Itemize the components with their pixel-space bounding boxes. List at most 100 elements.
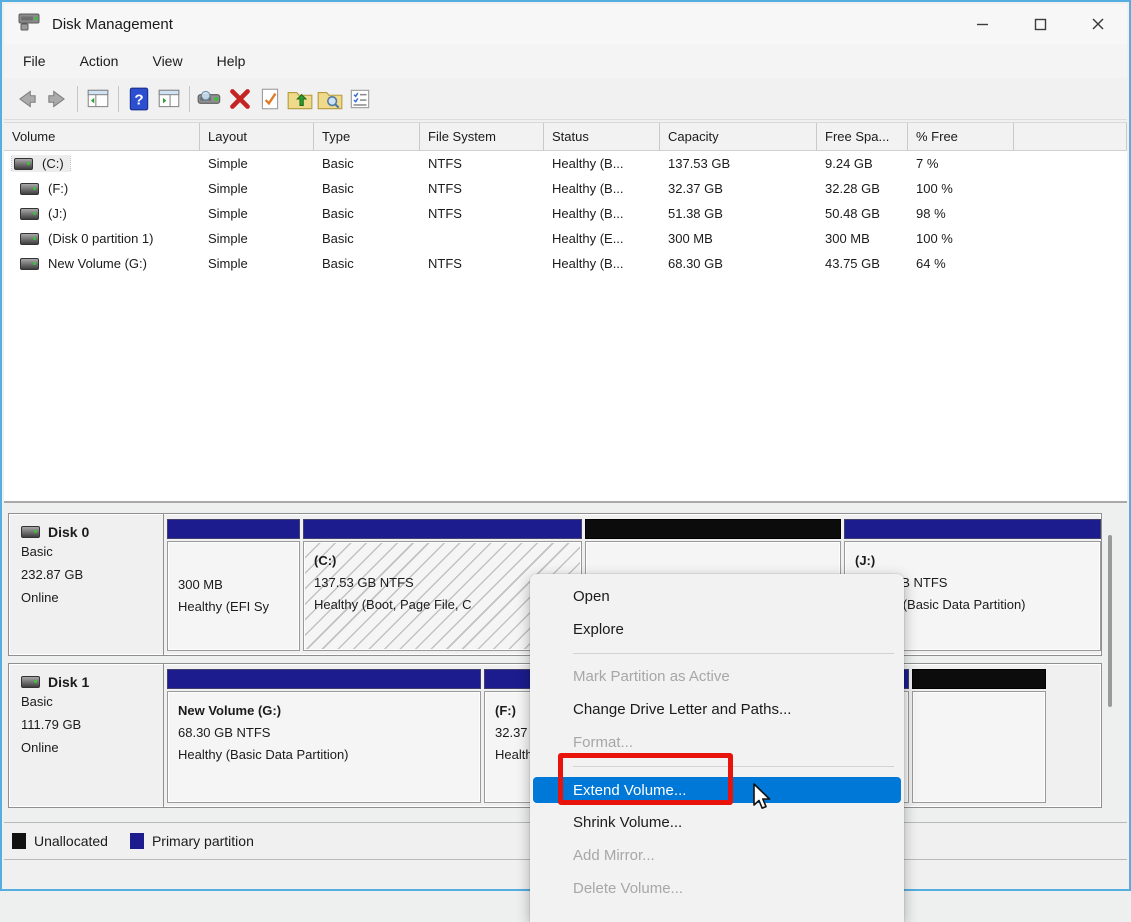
- menu-view[interactable]: View: [148, 50, 186, 72]
- table-row[interactable]: (F:) Simple Basic NTFS Healthy (B... 32.…: [4, 176, 1127, 201]
- disk-kind: Basic: [21, 540, 163, 563]
- delete-volume-icon[interactable]: [225, 84, 255, 114]
- toolbar-separator: [77, 86, 78, 112]
- menu-file[interactable]: File: [19, 50, 50, 72]
- volume-icon: [20, 183, 39, 195]
- menu-item-explore[interactable]: Explore: [530, 613, 904, 646]
- show-action-pane-icon[interactable]: [154, 84, 184, 114]
- cell-type: Basic: [314, 181, 420, 196]
- cell-freespace: 50.48 GB: [817, 206, 908, 221]
- menu-item-open[interactable]: Open: [530, 580, 904, 613]
- extend-volume-icon[interactable]: [285, 84, 315, 114]
- cell-pctfree: 100 %: [908, 231, 1014, 246]
- forward-icon[interactable]: [42, 84, 72, 114]
- partition-band: [912, 669, 1046, 689]
- cell-layout: Simple: [200, 231, 314, 246]
- cell-filesystem: NTFS: [420, 156, 544, 171]
- legend-primary-label: Primary partition: [152, 833, 254, 849]
- toolbar: ?: [4, 78, 1127, 120]
- column-header-filesystem[interactable]: File System: [420, 123, 544, 150]
- partition-size: 300 MB: [178, 574, 299, 596]
- volume-icon: [20, 208, 39, 220]
- volume-icon: [20, 233, 39, 245]
- disk0-header[interactable]: Disk 0 Basic 232.87 GB Online: [9, 514, 164, 655]
- partition-unallocated-disk1[interactable]: [912, 669, 1046, 803]
- partition-band: [844, 519, 1101, 539]
- explore-icon[interactable]: [315, 84, 345, 114]
- partition-band: [167, 519, 300, 539]
- cell-freespace: 43.75 GB: [817, 256, 908, 271]
- menu-item-shrink-volume[interactable]: Shrink Volume...: [530, 806, 904, 839]
- svg-text:?: ?: [134, 91, 143, 108]
- cell-freespace: 300 MB: [817, 231, 908, 246]
- mouse-cursor: [751, 783, 775, 816]
- table-row[interactable]: (J:) Simple Basic NTFS Healthy (B... 51.…: [4, 201, 1127, 226]
- cell-layout: Simple: [200, 181, 314, 196]
- cell-pctfree: 7 %: [908, 156, 1014, 171]
- column-header-volume[interactable]: Volume: [4, 123, 200, 150]
- volume-name: (J:): [48, 206, 67, 221]
- cell-type: Basic: [314, 206, 420, 221]
- partition-size: 68.30 GB NTFS: [178, 722, 480, 744]
- toolbar-separator: [189, 86, 190, 112]
- menu-item-mark-partition-active: Mark Partition as Active: [530, 660, 904, 693]
- red-annotation-box: [558, 753, 733, 805]
- cell-freespace: 32.28 GB: [817, 181, 908, 196]
- partition-status: Healthy (EFI Sy: [178, 596, 299, 618]
- cell-layout: Simple: [200, 206, 314, 221]
- menu-action[interactable]: Action: [76, 50, 123, 72]
- cell-pctfree: 100 %: [908, 181, 1014, 196]
- volume-name: New Volume (G:): [48, 256, 147, 271]
- menu-item-change-drive-letter[interactable]: Change Drive Letter and Paths...: [530, 693, 904, 726]
- cell-filesystem: NTFS: [420, 206, 544, 221]
- column-header-status[interactable]: Status: [544, 123, 660, 150]
- maximize-button[interactable]: [1011, 4, 1069, 44]
- column-header-type[interactable]: Type: [314, 123, 420, 150]
- partition-g[interactable]: New Volume (G:) 68.30 GB NTFS Healthy (B…: [167, 669, 481, 803]
- column-header-pctfree[interactable]: % Free: [908, 123, 1014, 150]
- menu-item-delete-volume: Delete Volume...: [530, 872, 904, 905]
- disk-size: 232.87 GB: [21, 563, 163, 586]
- mark-active-icon[interactable]: [255, 84, 285, 114]
- volume-list-header: Volume Layout Type File System Status Ca…: [4, 123, 1127, 151]
- cell-pctfree: 64 %: [908, 256, 1014, 271]
- cell-status: Healthy (B...: [544, 156, 660, 171]
- cell-type: Basic: [314, 156, 420, 171]
- legend-unallocated-label: Unallocated: [34, 833, 108, 849]
- cell-status: Healthy (B...: [544, 181, 660, 196]
- vertical-scrollbar[interactable]: [1108, 535, 1112, 707]
- cell-capacity: 51.38 GB: [660, 206, 817, 221]
- table-row[interactable]: (C:) Simple Basic NTFS Healthy (B... 137…: [4, 151, 1127, 176]
- device-properties-icon[interactable]: [195, 84, 225, 114]
- column-header-filler: [1014, 123, 1127, 150]
- minimize-button[interactable]: [953, 4, 1011, 44]
- back-icon[interactable]: [12, 84, 42, 114]
- disk-name: Disk 1: [48, 674, 89, 690]
- menu-help[interactable]: Help: [213, 50, 250, 72]
- cell-capacity: 137.53 GB: [660, 156, 817, 171]
- table-row[interactable]: (Disk 0 partition 1) Simple Basic Health…: [4, 226, 1127, 251]
- table-row[interactable]: New Volume (G:) Simple Basic NTFS Health…: [4, 251, 1127, 276]
- partition-band: [585, 519, 841, 539]
- cell-freespace: 9.24 GB: [817, 156, 908, 171]
- column-header-layout[interactable]: Layout: [200, 123, 314, 150]
- disk-status: Online: [21, 736, 163, 759]
- column-header-freespace[interactable]: Free Spa...: [817, 123, 908, 150]
- window-title: Disk Management: [52, 16, 173, 33]
- toolbar-separator: [118, 86, 119, 112]
- context-menu: Open Explore Mark Partition as Active Ch…: [530, 574, 904, 922]
- title-bar: Disk Management: [4, 4, 1127, 44]
- cell-capacity: 68.30 GB: [660, 256, 817, 271]
- disk-kind: Basic: [21, 690, 163, 713]
- column-header-capacity[interactable]: Capacity: [660, 123, 817, 150]
- unallocated-swatch: [12, 833, 26, 849]
- show-console-tree-icon[interactable]: [83, 84, 113, 114]
- disk1-header[interactable]: Disk 1 Basic 111.79 GB Online: [9, 664, 164, 807]
- primary-partition-swatch: [130, 833, 144, 849]
- menu-bar: File Action View Help: [4, 44, 1127, 78]
- help-icon[interactable]: ?: [124, 84, 154, 114]
- help-topics-icon[interactable]: [345, 84, 375, 114]
- partition-efi[interactable]: 300 MB Healthy (EFI Sy: [167, 519, 300, 651]
- cell-status: Healthy (B...: [544, 206, 660, 221]
- close-button[interactable]: [1069, 4, 1127, 44]
